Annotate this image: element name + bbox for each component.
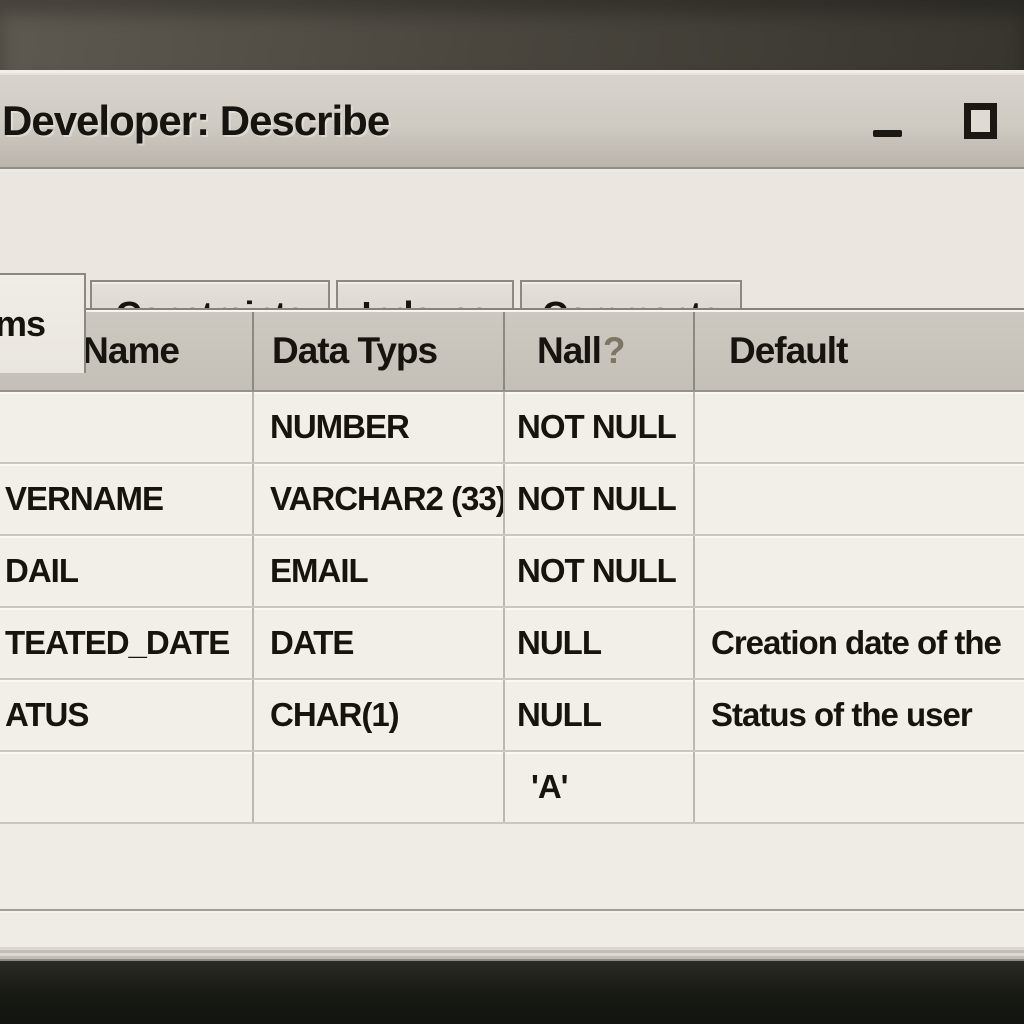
column-header-default[interactable]: Default — [695, 312, 1024, 390]
cell-nullable[interactable]: NOT NULL — [505, 392, 695, 462]
cell-column-name[interactable]: TEATED_DATE — [0, 608, 254, 678]
column-header-default-label: Default — [729, 330, 848, 371]
table-row[interactable]: TEATED_DATE DATE NULL Creation date of t… — [0, 608, 1024, 680]
tab-strip: rms Constraints Indexes Comments — [0, 171, 1024, 373]
table-row[interactable]: VERNAME VARCHAR2 (33) NOT NULL — [0, 464, 1024, 536]
desktop-background-bottom — [0, 958, 1024, 1024]
window-title: Developer: Describe — [2, 97, 390, 144]
column-header-datatype[interactable]: Data Typs — [254, 312, 505, 390]
minimize-icon[interactable] — [873, 130, 902, 137]
maximize-icon[interactable] — [964, 103, 997, 139]
describe-grid: urm Name Data Typs Nall? Default NUMBER … — [0, 312, 1024, 824]
cell-default[interactable] — [695, 464, 1024, 534]
cell-data-type[interactable]: VARCHAR2 (33) — [254, 464, 505, 534]
cell-nullable[interactable]: NULL — [505, 608, 695, 678]
titlebar[interactable]: Developer: Describe — [0, 73, 1024, 169]
cell-data-type[interactable]: DATE — [254, 608, 505, 678]
cell-data-type[interactable]: EMAIL — [254, 536, 505, 606]
tab-columns-label: rms — [0, 303, 46, 344]
divider-line — [0, 909, 1024, 913]
column-header-nullable-label: Nall — [537, 330, 602, 371]
cell-nullable[interactable]: NOT NULL — [505, 536, 695, 606]
screenshot-root: Developer: Describe rms Constraints Inde… — [0, 0, 1024, 1024]
cell-default[interactable] — [695, 752, 1024, 822]
table-row[interactable]: 'A' — [0, 752, 1024, 824]
cell-data-type[interactable]: CHAR(1) — [254, 680, 505, 750]
cell-default[interactable] — [695, 392, 1024, 462]
table-row[interactable]: DAIL EMAIL NOT NULL — [0, 536, 1024, 608]
desktop-background-top — [0, 0, 1024, 70]
table-row[interactable]: NUMBER NOT NULL — [0, 392, 1024, 464]
cell-column-name[interactable]: VERNAME — [0, 464, 254, 534]
cell-data-type[interactable] — [254, 752, 505, 822]
cell-nullable[interactable]: NULL — [505, 680, 695, 750]
cell-column-name[interactable] — [0, 752, 254, 822]
column-header-datatype-label: Data Typs — [272, 330, 438, 371]
column-header-nullable[interactable]: Nall? — [505, 312, 695, 390]
cell-column-name[interactable]: ATUS — [0, 680, 254, 750]
grid-header-row: urm Name Data Typs Nall? Default — [0, 312, 1024, 392]
window-bottom-edge — [0, 947, 1024, 961]
cell-nullable[interactable]: NOT NULL — [505, 464, 695, 534]
cell-nullable[interactable]: 'A' — [505, 752, 695, 822]
cell-default[interactable]: Creation date of the — [695, 608, 1024, 678]
question-mark: ? — [602, 330, 626, 371]
cell-data-type[interactable]: NUMBER — [254, 392, 505, 462]
describe-window: Developer: Describe rms Constraints Inde… — [0, 70, 1024, 961]
cell-column-name[interactable] — [0, 392, 254, 462]
tab-columns[interactable]: rms — [0, 273, 86, 373]
table-row[interactable]: ATUS CHAR(1) NULL Status of the user — [0, 680, 1024, 752]
cell-column-name[interactable]: DAIL — [0, 536, 254, 606]
cell-default[interactable] — [695, 536, 1024, 606]
cell-default[interactable]: Status of the user — [695, 680, 1024, 750]
